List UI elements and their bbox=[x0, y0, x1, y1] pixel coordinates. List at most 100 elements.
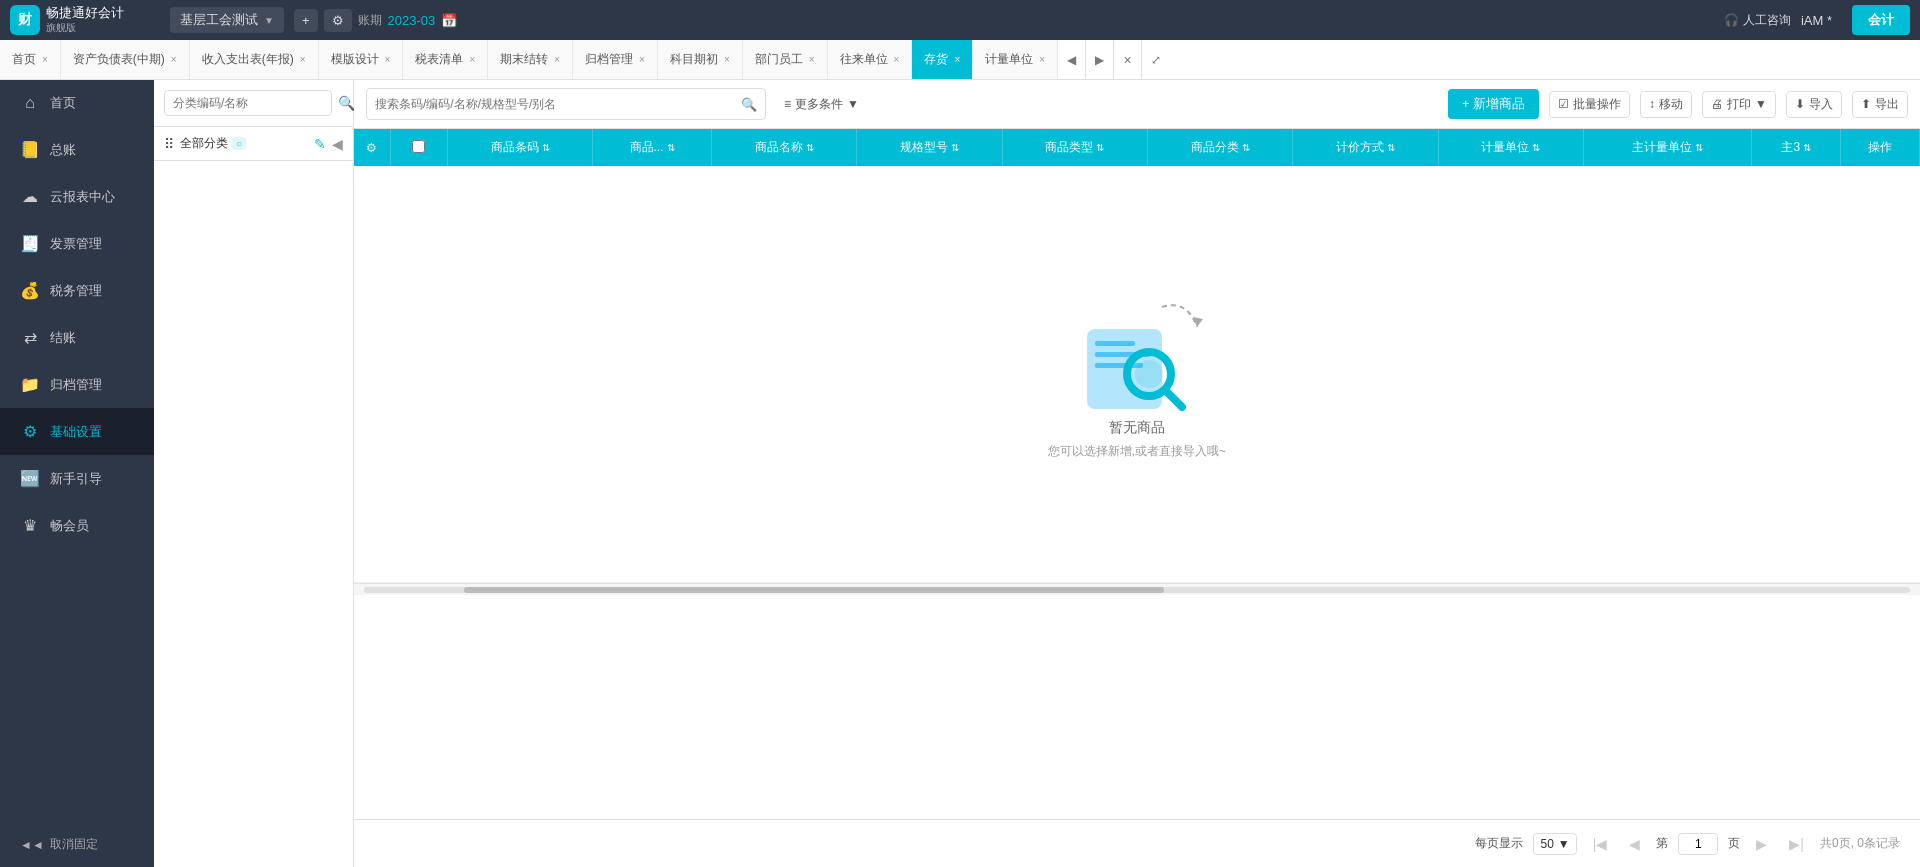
category-col-header[interactable]: 商品分类⇅ bbox=[1147, 129, 1292, 166]
sidebar-item-ledger[interactable]: 📒 总账 bbox=[0, 126, 154, 173]
tab-home[interactable]: 首页 × bbox=[0, 40, 61, 80]
workspace-selector[interactable]: 基层工会测试 ▼ bbox=[170, 7, 284, 33]
tab-contacts-close[interactable]: × bbox=[894, 54, 900, 65]
type-col-header[interactable]: 商品类型⇅ bbox=[1002, 129, 1147, 166]
category-search-icon[interactable]: 🔍 bbox=[338, 95, 355, 111]
add-product-btn[interactable]: + 新增商品 bbox=[1448, 89, 1539, 119]
pricing-col-header[interactable]: 计价方式⇅ bbox=[1293, 129, 1438, 166]
tab-dept[interactable]: 部门员工 × bbox=[743, 40, 828, 80]
category-search-input[interactable] bbox=[164, 90, 332, 116]
sidebar-item-settle[interactable]: ⇄ 结账 bbox=[0, 314, 154, 361]
tab-template-close[interactable]: × bbox=[385, 54, 391, 65]
content-inner: 🔍 ⠿ 全部分类 ○ ✎ ◀ bbox=[154, 80, 1920, 867]
print-dropdown-icon: ▼ bbox=[1755, 97, 1767, 111]
accountant-btn[interactable]: 会计 bbox=[1852, 5, 1910, 35]
product-search-input[interactable] bbox=[375, 97, 735, 111]
panel-collapse-icon[interactable]: ◀ bbox=[332, 136, 343, 152]
sidebar-item-invoice[interactable]: 🧾 发票管理 bbox=[0, 220, 154, 267]
tab-income-close[interactable]: × bbox=[300, 54, 306, 65]
page-label-text: 第 bbox=[1656, 835, 1668, 852]
tab-inventory[interactable]: 存货 × bbox=[912, 40, 973, 80]
tab-tax-list[interactable]: 税表清单 × bbox=[403, 40, 488, 80]
category-tag: ○ bbox=[232, 137, 246, 150]
tab-balance-sheet[interactable]: 资产负债表(中期) × bbox=[61, 40, 190, 80]
settings-gear-btn[interactable]: ⚙ bbox=[324, 9, 352, 32]
tab-period-transfer[interactable]: 期末结转 × bbox=[488, 40, 573, 80]
code-col-header[interactable]: 商品...⇅ bbox=[593, 129, 712, 166]
current-page-input[interactable] bbox=[1678, 833, 1718, 855]
tab-dept-close[interactable]: × bbox=[809, 54, 815, 65]
empty-state-cell: 暂无商品 您可以选择新增,或者直接导入哦~ bbox=[354, 166, 1920, 583]
add-workspace-btn[interactable]: + bbox=[294, 9, 318, 32]
category-edit-icon[interactable]: ✎ bbox=[314, 136, 326, 152]
calendar-icon[interactable]: 📅 bbox=[441, 13, 457, 28]
page-size-label: 每页显示 bbox=[1475, 835, 1523, 852]
sidebar-item-tax[interactable]: 💰 税务管理 bbox=[0, 267, 154, 314]
unit-col-header[interactable]: 计量单位⇅ bbox=[1438, 129, 1583, 166]
main-unit-col-header[interactable]: 主计量单位⇅ bbox=[1583, 129, 1751, 166]
page-size-select[interactable]: 50 ▼ bbox=[1533, 833, 1576, 855]
tab-nav-next[interactable]: ▶ bbox=[1086, 40, 1114, 80]
tax-icon: 💰 bbox=[20, 281, 40, 300]
svg-point-5 bbox=[1135, 360, 1163, 388]
batch-operation-btn[interactable]: ☑ 批量操作 bbox=[1549, 91, 1630, 118]
tab-unit-close[interactable]: × bbox=[1039, 54, 1045, 65]
tab-archive-close[interactable]: × bbox=[639, 54, 645, 65]
tab-period-close[interactable]: × bbox=[554, 54, 560, 65]
select-all-checkbox[interactable] bbox=[412, 140, 425, 153]
tab-tax-list-close[interactable]: × bbox=[469, 54, 475, 65]
tab-income[interactable]: 收入支出表(年报) × bbox=[190, 40, 319, 80]
spec-col-header[interactable]: 规格型号⇅ bbox=[857, 129, 1002, 166]
tab-archive[interactable]: 归档管理 × bbox=[573, 40, 658, 80]
next-page-btn[interactable]: ▶ bbox=[1750, 834, 1773, 854]
tab-subject-close[interactable]: × bbox=[724, 54, 730, 65]
tab-template[interactable]: 模版设计 × bbox=[319, 40, 404, 80]
sidebar-item-guide[interactable]: 🆕 新手引导 bbox=[0, 455, 154, 502]
sidebar-item-archive[interactable]: 📁 归档管理 bbox=[0, 361, 154, 408]
horizontal-scrollbar[interactable] bbox=[354, 583, 1920, 595]
category-sort-icon: ⇅ bbox=[1242, 142, 1250, 153]
last-page-btn[interactable]: ▶| bbox=[1783, 834, 1810, 854]
settings-col-header[interactable]: ⚙ bbox=[354, 129, 390, 166]
member-icon: ♛ bbox=[20, 516, 40, 535]
tab-unit-label: 计量单位 bbox=[985, 51, 1033, 68]
first-page-btn[interactable]: |◀ bbox=[1587, 834, 1614, 854]
barcode-col-header[interactable]: 商品条码⇅ bbox=[447, 129, 592, 166]
unpin-label: 取消固定 bbox=[50, 836, 98, 853]
export-btn[interactable]: ⬆ 导出 bbox=[1852, 91, 1908, 118]
tab-balance-close[interactable]: × bbox=[171, 54, 177, 65]
tab-subject[interactable]: 科目期初 × bbox=[658, 40, 743, 80]
tab-expand-btn[interactable]: ⤢ bbox=[1142, 40, 1170, 80]
tab-period-label: 期末结转 bbox=[500, 51, 548, 68]
filter-btn[interactable]: ≡ 更多条件 ▼ bbox=[776, 96, 867, 113]
service-btn[interactable]: 🎧 人工咨询 bbox=[1724, 12, 1791, 29]
invoice-icon: 🧾 bbox=[20, 234, 40, 253]
sidebar-item-home[interactable]: ⌂ 首页 bbox=[0, 80, 154, 126]
period-value: 2023-03 bbox=[388, 13, 436, 28]
col3-col-header[interactable]: 主3⇅ bbox=[1752, 129, 1841, 166]
spec-label: 规格型号 bbox=[900, 139, 948, 156]
tab-unit[interactable]: 计量单位 × bbox=[973, 40, 1058, 80]
prev-page-btn[interactable]: ◀ bbox=[1623, 834, 1646, 854]
search-icon[interactable]: 🔍 bbox=[741, 97, 757, 112]
sidebar-member-label: 畅会员 bbox=[50, 517, 89, 535]
move-btn[interactable]: ↕ 移动 bbox=[1640, 91, 1692, 118]
import-btn[interactable]: ⬇ 导入 bbox=[1786, 91, 1842, 118]
action-col-header: 操作 bbox=[1841, 129, 1920, 166]
category-header: ⠿ 全部分类 ○ ✎ ◀ bbox=[154, 127, 353, 161]
tab-home-close[interactable]: × bbox=[42, 54, 48, 65]
sidebar-item-reports[interactable]: ☁ 云报表中心 bbox=[0, 173, 154, 220]
tab-archive-label: 归档管理 bbox=[585, 51, 633, 68]
print-btn[interactable]: 🖨 打印 ▼ bbox=[1702, 91, 1776, 118]
sidebar-unpin-btn[interactable]: ◄◄ 取消固定 bbox=[0, 822, 154, 867]
tab-contacts[interactable]: 往来单位 × bbox=[828, 40, 913, 80]
workspace-label: 基层工会测试 bbox=[180, 11, 258, 29]
sidebar-item-settings[interactable]: ⚙ 基础设置 bbox=[0, 408, 154, 455]
tab-close-all-btn[interactable]: × bbox=[1114, 40, 1142, 80]
sidebar-item-member[interactable]: ♛ 畅会员 bbox=[0, 502, 154, 549]
tab-inventory-close[interactable]: × bbox=[954, 54, 960, 65]
name-col-header[interactable]: 商品名称⇅ bbox=[711, 129, 856, 166]
checkbox-col-header[interactable] bbox=[390, 129, 447, 166]
tab-nav-prev[interactable]: ◀ bbox=[1058, 40, 1086, 80]
scroll-thumb[interactable] bbox=[464, 587, 1164, 593]
